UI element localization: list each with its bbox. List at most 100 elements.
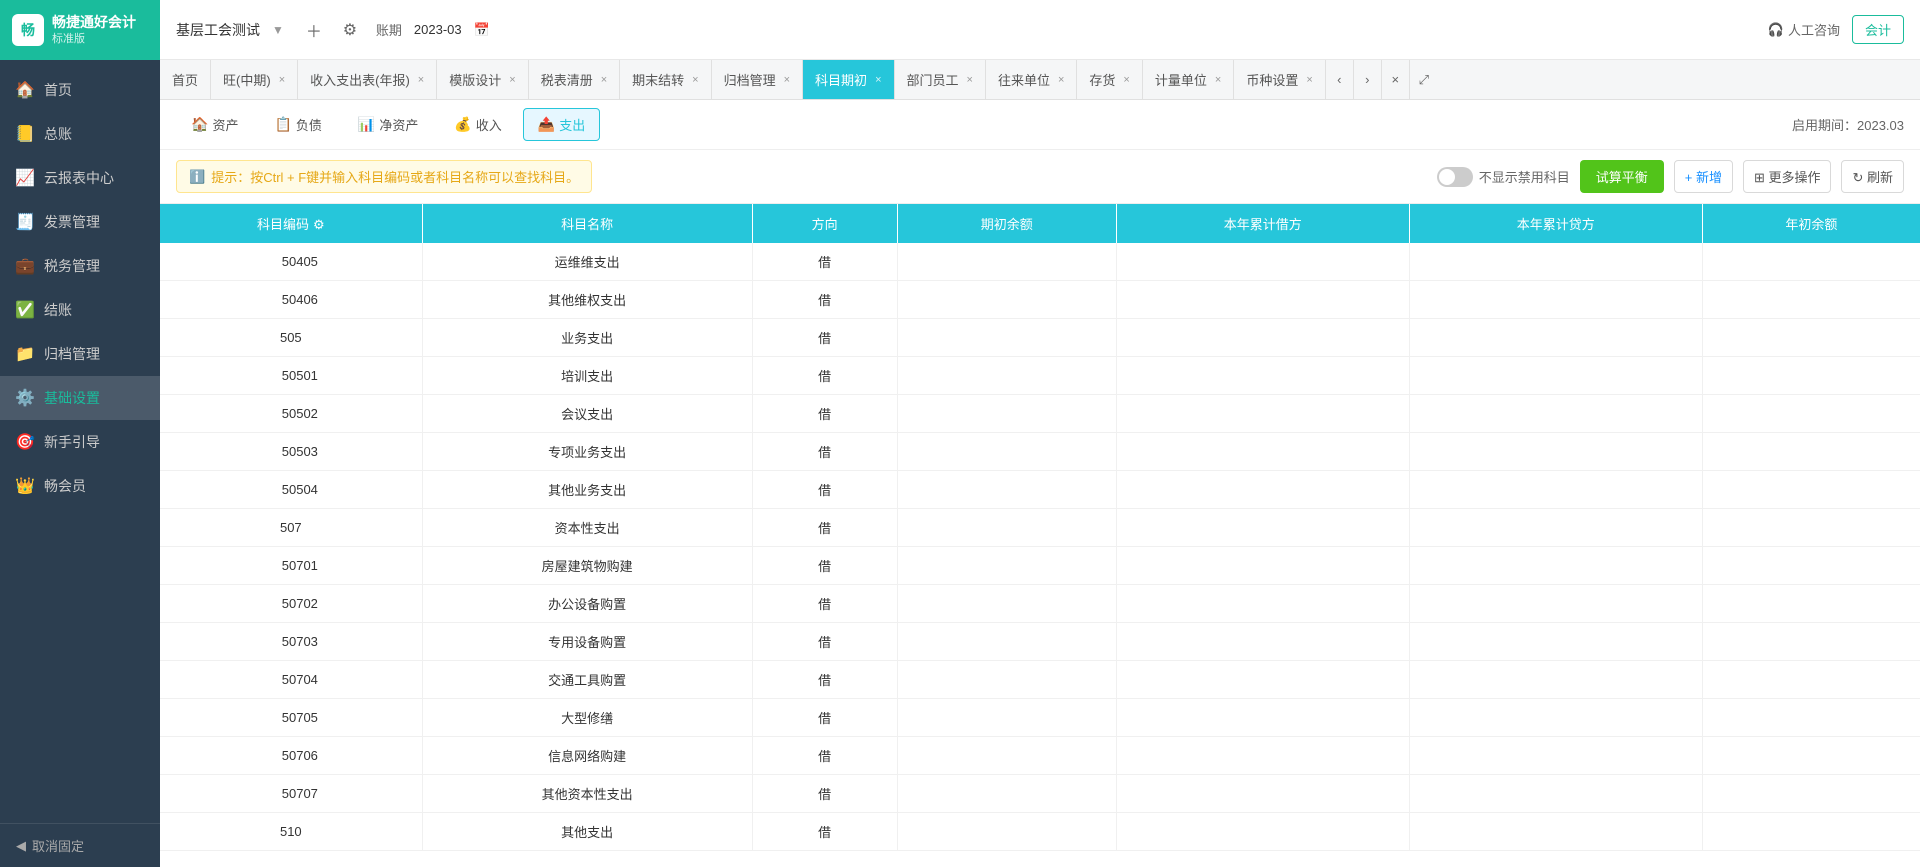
tab-close-btn[interactable]: × [784, 74, 790, 86]
table-row[interactable]: 50702办公设备购置借 [160, 585, 1920, 623]
tab-template[interactable]: 模版设计 × [437, 60, 528, 100]
cell-period-balance [897, 661, 1116, 699]
table-row[interactable]: 507资本性支出借 [160, 509, 1920, 547]
tab-expand-btn[interactable]: ⤢ [1410, 60, 1438, 100]
sidebar-item-tax[interactable]: 💼 税务管理 [0, 244, 160, 288]
cell-name: 办公设备购置 [422, 585, 752, 623]
cell-period-balance [897, 319, 1116, 357]
tab-close-btn[interactable]: × [1058, 74, 1064, 86]
sidebar-item-settings[interactable]: ⚙️ 基础设置 [0, 376, 160, 420]
help-btn[interactable]: 🎧 人工咨询 [1768, 20, 1840, 39]
sidebar-item-guide[interactable]: 🎯 新手引导 [0, 420, 160, 464]
cell-code: 50703 [160, 623, 422, 661]
cell-name: 资本性支出 [422, 509, 752, 547]
cell-code: 50503 [160, 433, 422, 471]
tab-scroll-left-btn[interactable]: ‹ [1326, 60, 1354, 100]
tab-close-btn[interactable]: × [418, 74, 424, 86]
tab-unit[interactable]: 计量单位× [1143, 60, 1234, 100]
cell-year-credit [1409, 509, 1702, 547]
tab-label: 存货 [1089, 70, 1115, 89]
cell-name: 其他支出 [422, 813, 752, 851]
table-row[interactable]: 50703专用设备购置借 [160, 623, 1920, 661]
table-row[interactable]: 505业务支出借 [160, 319, 1920, 357]
tab-subject_init[interactable]: 科目期初× [803, 60, 894, 100]
sidebar-collapse-btn[interactable]: ◀ 取消固定 [0, 823, 160, 867]
tab-close-btn[interactable]: × [967, 74, 973, 86]
table-row[interactable]: 50405运维维支出借 [160, 243, 1920, 281]
tab-archive[interactable]: 归档管理× [712, 60, 803, 100]
toggle-disabled-switch: 不显示禁用科目 [1437, 167, 1570, 187]
tab-scroll-right-btn[interactable]: › [1354, 60, 1382, 100]
sub-tab-income[interactable]: 💰 收入 [439, 108, 516, 141]
table-row[interactable]: 50701房屋建筑物购建借 [160, 547, 1920, 585]
table-row[interactable]: 510其他支出借 [160, 813, 1920, 851]
cell-year-debit [1116, 547, 1409, 585]
sidebar-item-ledger[interactable]: 📒 总账 [0, 112, 160, 156]
cell-name: 培训支出 [422, 357, 752, 395]
sub-tab-icon-income: 💰 [454, 116, 471, 133]
table-row[interactable]: 50704交通工具购置借 [160, 661, 1920, 699]
add-tab-btn[interactable]: ＋ [300, 16, 328, 44]
tab-currency[interactable]: 币种设置× [1234, 60, 1325, 100]
tab-close-btn[interactable]: × [875, 74, 881, 86]
subject-table: 科目编码⚙科目名称方向期初余额本年累计借方本年累计贷方年初余额 50405运维维… [160, 204, 1920, 851]
table-header: 科目编码⚙科目名称方向期初余额本年累计借方本年累计贷方年初余额 [160, 204, 1920, 243]
tab-inventory[interactable]: 存货 × [1077, 60, 1142, 100]
account-btn[interactable]: 会计 [1852, 15, 1904, 44]
table-row[interactable]: 50706信息网络购建借 [160, 737, 1920, 775]
sidebar-item-label: 结账 [44, 300, 72, 320]
tab-income_year[interactable]: 收入支出表(年报)× [298, 60, 437, 100]
tab-close-btn[interactable]: × [1306, 74, 1312, 86]
table-row[interactable]: 50705大型修缮借 [160, 699, 1920, 737]
tab-home[interactable]: 首页 [160, 60, 211, 100]
sidebar-item-home[interactable]: 🏠 首页 [0, 68, 160, 112]
sidebar-item-settle[interactable]: ✅ 结账 [0, 288, 160, 332]
sub-tab-net_asset[interactable]: 📊 净资产 [343, 108, 433, 141]
sub-tab-expense[interactable]: 📤 支出 [523, 108, 600, 141]
refresh-btn[interactable]: ↻ 刷新 [1841, 160, 1904, 193]
table-row[interactable]: 50406其他维权支出借 [160, 281, 1920, 319]
tab-dept[interactable]: 部门员工× [895, 60, 986, 100]
tab-close-all-btn[interactable]: × [1382, 60, 1410, 100]
toggle-control[interactable] [1437, 167, 1473, 187]
tab-close-btn[interactable]: × [601, 74, 607, 86]
cell-year-debit [1116, 281, 1409, 319]
table-row[interactable]: 50501培训支出借 [160, 357, 1920, 395]
sidebar-item-invoice[interactable]: 🧾 发票管理 [0, 200, 160, 244]
add-btn[interactable]: + 新增 [1674, 160, 1733, 193]
table-row[interactable]: 50504其他业务支出借 [160, 471, 1920, 509]
settings-icon[interactable]: ⚙ [336, 16, 364, 44]
more-actions-btn[interactable]: ⊞ 更多操作 [1743, 160, 1832, 193]
tab-period_end[interactable]: 期末结转× [620, 60, 711, 100]
tab-close-btn[interactable]: × [1123, 74, 1129, 86]
tab-balance_mid[interactable]: 旺(中期)× [211, 60, 298, 100]
calendar-icon[interactable]: 📅 [474, 22, 490, 38]
sidebar-item-report[interactable]: 📈 云报表中心 [0, 156, 160, 200]
table-row[interactable]: 50502会议支出借 [160, 395, 1920, 433]
table-row[interactable]: 50707其他资本性支出借 [160, 775, 1920, 813]
gear-icon[interactable]: ⚙ [313, 217, 325, 232]
cell-year-debit [1116, 737, 1409, 775]
tab-close-btn[interactable]: × [692, 74, 698, 86]
sub-tab-liability[interactable]: 📋 负债 [259, 108, 336, 141]
sidebar-item-member[interactable]: 👑 畅会员 [0, 464, 160, 508]
tab-bar: 首页旺(中期)×收入支出表(年报)×模版设计×税表清册×期末结转×归档管理×科目… [160, 60, 1920, 100]
sub-tab-asset[interactable]: 🏠 资产 [176, 108, 253, 141]
cell-year-balance [1702, 661, 1920, 699]
tab-tax_clear[interactable]: 税表清册× [529, 60, 620, 100]
tab-close-btn[interactable]: × [509, 74, 515, 86]
cell-direction: 借 [752, 471, 897, 509]
sub-tab-bar: 🏠 资产 📋 负债 📊 净资产 💰 收入 📤 支出 启用期间：2023.03 [160, 100, 1920, 150]
try-balance-btn[interactable]: 试算平衡 [1580, 160, 1664, 193]
sidebar-item-label: 归档管理 [44, 344, 100, 364]
tab-close-btn[interactable]: × [1215, 74, 1221, 86]
tab-partner[interactable]: 往来单位× [986, 60, 1077, 100]
member-icon: 👑 [16, 477, 34, 495]
cell-year-balance [1702, 357, 1920, 395]
workspace-dropdown-icon[interactable]: ▼ [272, 23, 284, 37]
sidebar-item-archive[interactable]: 📁 归档管理 [0, 332, 160, 376]
tab-label: 模版设计 [449, 70, 501, 89]
tab-close-btn[interactable]: × [279, 74, 285, 86]
table-row[interactable]: 50503专项业务支出借 [160, 433, 1920, 471]
cell-year-debit [1116, 775, 1409, 813]
